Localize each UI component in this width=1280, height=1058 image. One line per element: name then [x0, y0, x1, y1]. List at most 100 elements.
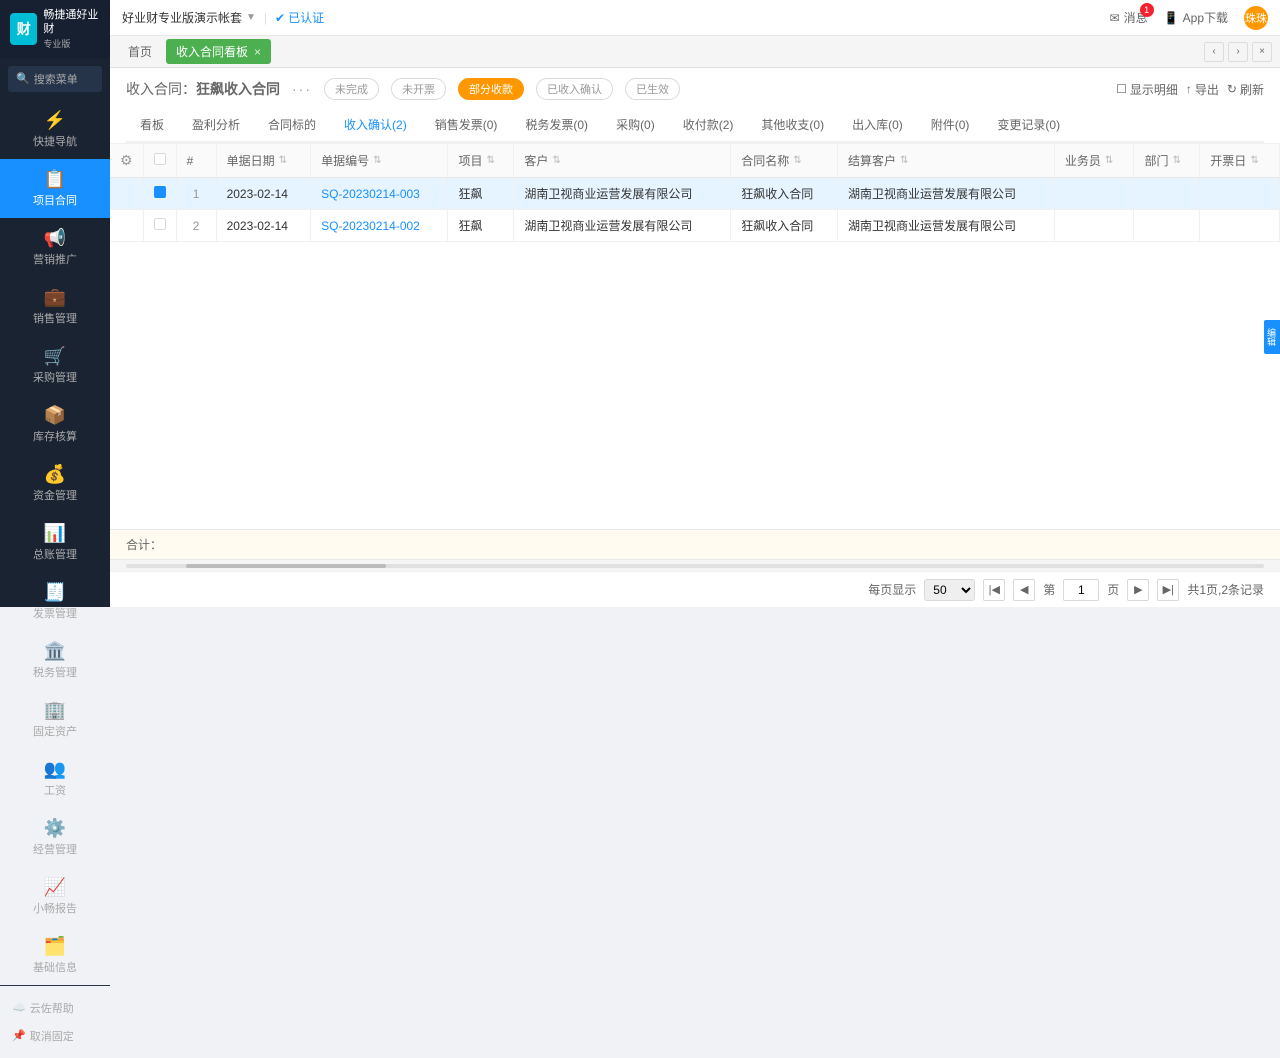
sidebar-item-project[interactable]: 📋 项目合同: [0, 159, 110, 218]
search-menu-button[interactable]: 🔍 搜索菜单: [8, 66, 102, 92]
messages-button[interactable]: ✉ 1 消息: [1110, 9, 1148, 26]
row-setting: [110, 178, 143, 210]
inventory-icon: 📦: [44, 405, 66, 426]
row-number[interactable]: SQ-20230214-002: [311, 210, 448, 242]
sidebar-item-basic[interactable]: 🗂️ 基础信息: [0, 926, 110, 985]
invoice-icon: 🧾: [44, 582, 66, 603]
table-row[interactable]: 2 2023-02-14 SQ-20230214-002 狂飙 湖南卫视商业运营…: [110, 210, 1280, 242]
status-effective-button[interactable]: 已生效: [625, 78, 680, 100]
row-number[interactable]: SQ-20230214-003: [311, 178, 448, 210]
tab-label: 收入合同看板: [176, 43, 248, 60]
tabbar: 首页 收入合同看板 × ‹ › ×: [110, 36, 1280, 68]
tab-sales-invoice[interactable]: 销售发票(0): [421, 108, 512, 143]
tab-contract-std[interactable]: 合同标的: [254, 108, 330, 143]
content-header: 收入合同：狂飙收入合同 ··· 未完成 未开票 部分收款 已收入确认 已生效 ☐…: [110, 68, 1280, 144]
prev-page-button[interactable]: ◀: [1013, 579, 1035, 601]
tab-purchase[interactable]: 采购(0): [602, 108, 669, 143]
page-suffix: 页: [1107, 581, 1119, 598]
sidebar-item-tax[interactable]: 🏛️ 税务管理: [0, 631, 110, 690]
contract-board-tab[interactable]: 收入合同看板 ×: [166, 39, 271, 64]
sidebar-item-ops[interactable]: ⚙️ 经营管理: [0, 808, 110, 867]
message-badge: 1: [1140, 3, 1154, 17]
status-partial-button[interactable]: 部分收款: [458, 78, 524, 100]
tab-prev-button[interactable]: ‹: [1204, 42, 1224, 62]
pagination: 每页显示 20 50 100 |◀ ◀ 第 页 ▶ ▶| 共1页,2条记录: [110, 571, 1280, 607]
tab-kanban[interactable]: 看板: [126, 108, 178, 143]
sidebar-item-general[interactable]: 📊 总账管理: [0, 513, 110, 572]
sidebar-item-fund[interactable]: 💰 资金管理: [0, 454, 110, 513]
refresh-button[interactable]: ↻ 刷新: [1227, 81, 1264, 98]
tab-other[interactable]: 其他收支(0): [747, 108, 838, 143]
tab-outbound[interactable]: 出入库(0): [838, 108, 917, 143]
tab-attachment[interactable]: 附件(0): [917, 108, 984, 143]
sidebar-item-quick[interactable]: ⚡ 快捷导航: [0, 100, 110, 159]
data-table: ⚙ # 单据日期⇅ 单据编号⇅ 项目⇅: [110, 144, 1280, 242]
tab-profit[interactable]: 盈利分析: [178, 108, 254, 143]
table-header-row: ⚙ # 单据日期⇅ 单据编号⇅ 项目⇅: [110, 144, 1280, 178]
show-detail-button[interactable]: ☐ 显示明细: [1116, 81, 1178, 98]
help-icon: ☁️: [12, 1001, 26, 1014]
sidebar-item-sales[interactable]: 💼 销售管理: [0, 277, 110, 336]
last-page-button[interactable]: ▶|: [1157, 579, 1179, 601]
th-department[interactable]: 部门⇅: [1134, 144, 1200, 178]
company-selector[interactable]: 好业财专业版演示帐套 ▼: [122, 9, 256, 26]
th-contract[interactable]: 合同名称⇅: [731, 144, 838, 178]
tab-confirm[interactable]: 收入确认(2): [330, 108, 421, 143]
row-setting: [110, 210, 143, 242]
th-project[interactable]: 项目⇅: [448, 144, 514, 178]
sidebar-unpin-item[interactable]: 📌 取消固定: [8, 1022, 102, 1050]
row-checkbox[interactable]: [143, 178, 176, 210]
tab-tax-invoice[interactable]: 税务发票(0): [511, 108, 602, 143]
sort-number-icon: ⇅: [373, 155, 381, 166]
export-button[interactable]: ↑ 导出: [1186, 81, 1219, 98]
sidebar-item-hr[interactable]: 👥 工资: [0, 749, 110, 808]
status-incomplete-button[interactable]: 未完成: [324, 78, 379, 100]
settings-icon[interactable]: ⚙: [120, 152, 133, 168]
row-contract: 狂飙收入合同: [731, 178, 838, 210]
page-input[interactable]: [1063, 579, 1099, 601]
number-link[interactable]: SQ-20230214-002: [321, 219, 420, 233]
right-sidebar-button[interactable]: 编辑: [1264, 320, 1280, 354]
th-number[interactable]: 单据编号⇅: [311, 144, 448, 178]
close-tab-icon[interactable]: ×: [254, 45, 261, 59]
sidebar-item-purchase[interactable]: 🛒 采购管理: [0, 336, 110, 395]
row-date: 2023-02-14: [216, 210, 311, 242]
th-customer[interactable]: 客户⇅: [514, 144, 731, 178]
sidebar-item-marketing[interactable]: 📢 营销推广: [0, 218, 110, 277]
status-no-invoice-button[interactable]: 未开票: [391, 78, 446, 100]
horizontal-scrollbar[interactable]: [110, 559, 1280, 571]
number-link[interactable]: SQ-20230214-003: [321, 187, 420, 201]
sidebar-item-inventory[interactable]: 📦 库存核算: [0, 395, 110, 454]
first-page-button[interactable]: |◀: [983, 579, 1005, 601]
app-download-button[interactable]: 📱 App下载: [1164, 9, 1228, 26]
sidebar-item-invoice[interactable]: 🧾 发票管理: [0, 572, 110, 631]
user-avatar[interactable]: 珠珠: [1244, 6, 1268, 30]
tab-navigation: ‹ › ×: [1204, 42, 1272, 62]
home-tab[interactable]: 首页: [118, 39, 162, 64]
table-row[interactable]: 1 2023-02-14 SQ-20230214-003 狂飙 湖南卫视商业运营…: [110, 178, 1280, 210]
tab-next-button[interactable]: ›: [1228, 42, 1248, 62]
status-confirmed-button[interactable]: 已收入确认: [536, 78, 613, 100]
row-checkbox[interactable]: [143, 210, 176, 242]
th-end-customer[interactable]: 结算客户⇅: [837, 144, 1054, 178]
th-salesperson[interactable]: 业务员⇅: [1054, 144, 1134, 178]
tab-payment[interactable]: 收付款(2): [669, 108, 748, 143]
content-tabs: 看板 盈利分析 合同标的 收入确认(2) 销售发票(0) 税务发票(0) 采购(…: [126, 108, 1264, 143]
scroll-thumb[interactable]: [186, 564, 386, 568]
topbar-right: ✉ 1 消息 📱 App下载 珠珠: [1110, 6, 1268, 30]
certified-badge: ✔ 已认证: [275, 9, 324, 26]
tab-close-button[interactable]: ×: [1252, 42, 1272, 62]
per-page-select[interactable]: 20 50 100: [924, 579, 975, 601]
row-customer: 湖南卫视商业运营发展有限公司: [514, 210, 731, 242]
sidebar-item-fixed[interactable]: 🏢 固定资产: [0, 690, 110, 749]
th-date[interactable]: 单据日期⇅: [216, 144, 311, 178]
sort-end-customer-icon: ⇅: [900, 155, 908, 166]
next-page-button[interactable]: ▶: [1127, 579, 1149, 601]
sidebar-item-report[interactable]: 📈 小畅报告: [0, 867, 110, 926]
th-open-date[interactable]: 开票日⇅: [1200, 144, 1280, 178]
sidebar-help-item[interactable]: ☁️ 云佐帮助: [8, 994, 102, 1022]
more-options-button[interactable]: ···: [292, 81, 312, 97]
select-all-checkbox[interactable]: [154, 153, 166, 165]
sort-open-date-icon: ⇅: [1250, 155, 1258, 166]
tab-changes[interactable]: 变更记录(0): [983, 108, 1074, 143]
